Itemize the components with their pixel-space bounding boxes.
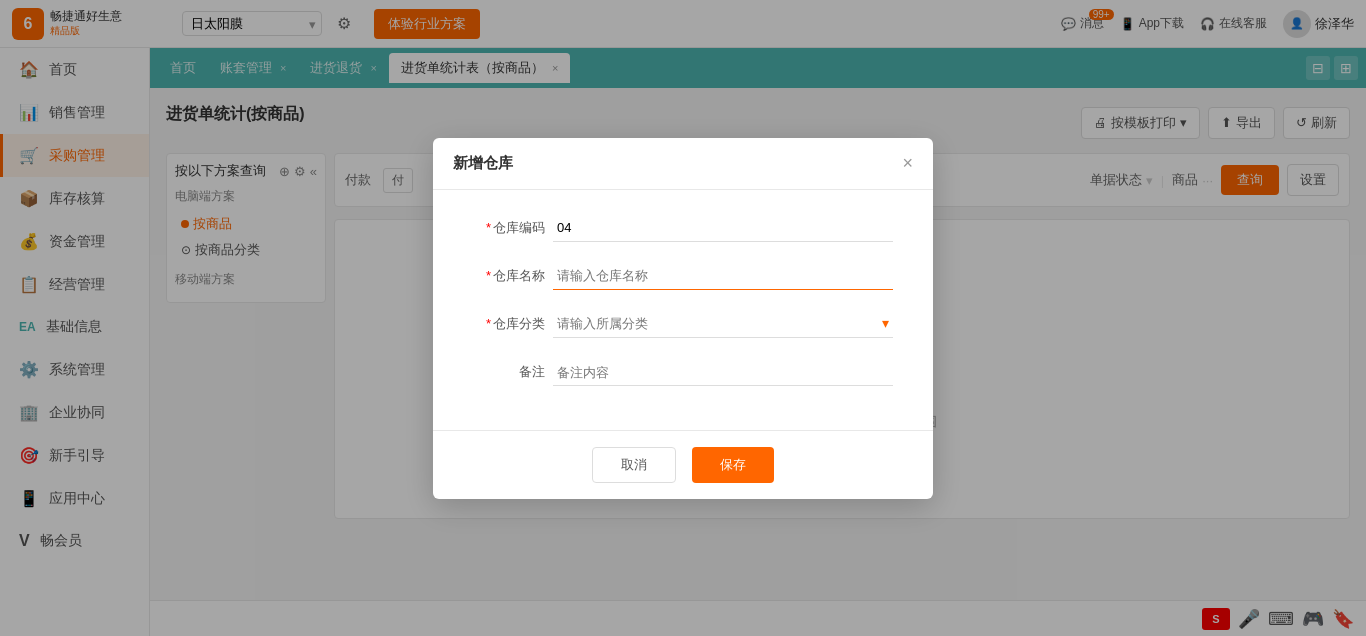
form-row-name: 仓库名称	[473, 262, 893, 290]
note-label: 备注	[473, 363, 553, 381]
warehouse-name-input[interactable]	[553, 262, 893, 290]
category-input[interactable]	[553, 310, 893, 337]
name-label: 仓库名称	[473, 267, 553, 285]
category-label: 仓库分类	[473, 315, 553, 333]
modal-overlay: 新增仓库 × 仓库编码 仓库名称 仓库分类 ▾	[0, 0, 1366, 636]
modal-close-icon[interactable]: ×	[902, 154, 913, 172]
note-input[interactable]	[553, 358, 893, 386]
cancel-button[interactable]: 取消	[592, 447, 676, 483]
code-label: 仓库编码	[473, 219, 553, 237]
add-warehouse-modal: 新增仓库 × 仓库编码 仓库名称 仓库分类 ▾	[433, 138, 933, 499]
save-button[interactable]: 保存	[692, 447, 774, 483]
form-row-note: 备注	[473, 358, 893, 386]
warehouse-code-input[interactable]	[553, 214, 893, 242]
modal-title: 新增仓库	[453, 154, 513, 173]
form-row-code: 仓库编码	[473, 214, 893, 242]
modal-footer: 取消 保存	[433, 430, 933, 499]
modal-body: 仓库编码 仓库名称 仓库分类 ▾ 备注	[433, 190, 933, 430]
form-row-category: 仓库分类 ▾	[473, 310, 893, 338]
modal-header: 新增仓库 ×	[433, 138, 933, 190]
category-select-wrap[interactable]: ▾	[553, 310, 893, 338]
